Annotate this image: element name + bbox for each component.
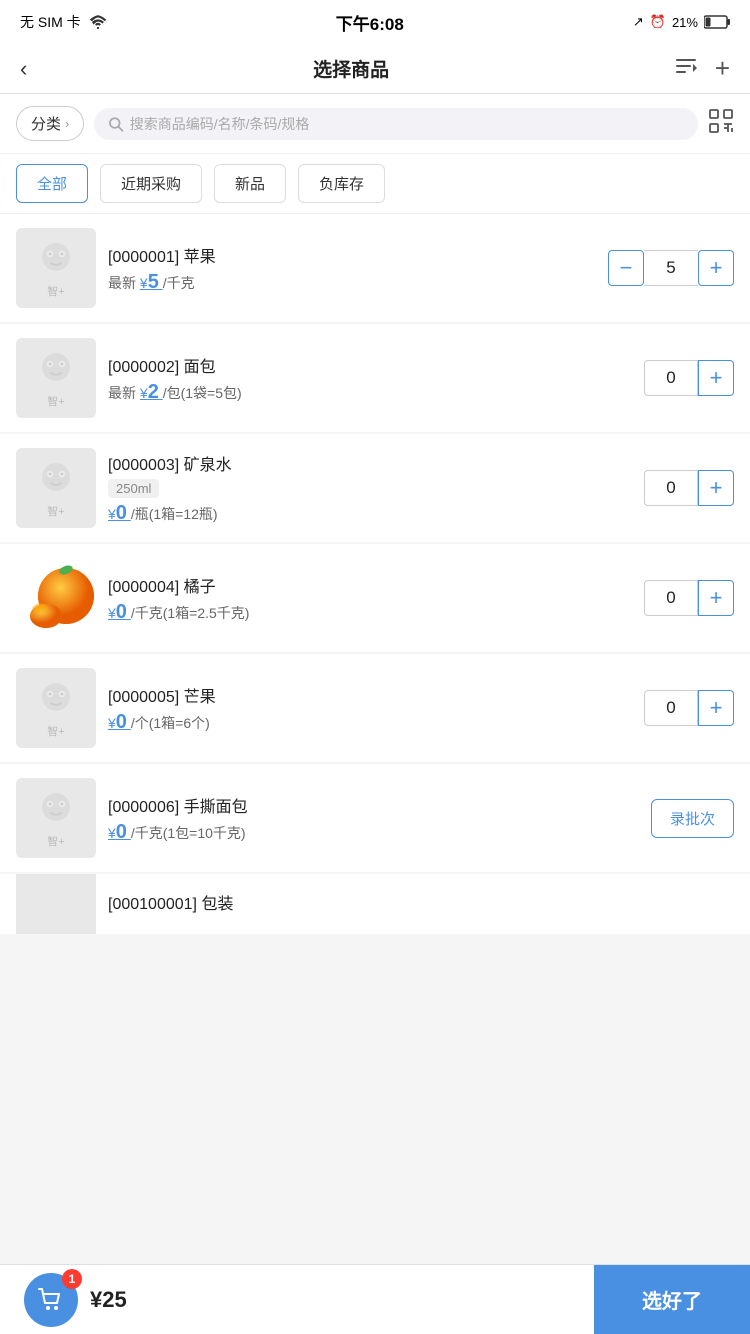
product-info: [0000003] 矿泉水 250ml ¥0 /瓶(1箱=12瓶) [108,451,632,525]
qty-increase-button[interactable]: + [698,690,734,726]
tab-row: 全部 近期采购 新品 负库存 [0,154,750,214]
nav-actions: + [675,53,730,84]
category-label: 分类 [31,113,61,134]
scan-button[interactable] [708,108,734,140]
product-thumbnail: 智+ [16,228,96,308]
product-price: 最新 ¥2 /包(1袋=5包) [108,381,632,404]
product-item: 智+ [0000002] 面包 最新 ¥2 /包(1袋=5包) + [0,324,750,432]
product-thumbnail: 智+ [16,778,96,858]
product-spec: 250ml [108,479,159,498]
qty-input[interactable] [644,250,698,286]
search-wrap [94,108,698,140]
filter-row: 分类 › [0,94,750,154]
product-name: [000100001] 包装 [108,890,734,914]
status-right: ↗ ⏰ 21% [633,14,730,30]
product-item-partial: [000100001] 包装 [0,874,750,934]
product-thumbnail [16,874,96,934]
product-name: [0000002] 面包 [108,353,632,377]
qty-decrease-button[interactable]: − [608,250,644,286]
batch-button[interactable]: 录批次 [651,799,734,838]
product-name: [0000004] 橘子 [108,573,632,597]
qty-increase-button[interactable]: + [698,250,734,286]
product-item: [0000004] 橘子 ¥0 /千克(1箱=2.5千克) + [0,544,750,652]
battery-label: 21% [672,15,698,30]
tab-negative[interactable]: 负库存 [298,164,385,203]
confirm-button[interactable]: 选好了 [594,1265,750,1334]
qty-control: + [644,690,734,726]
qty-control: + [644,360,734,396]
page-title: 选择商品 [313,55,389,82]
qty-input[interactable] [644,360,698,396]
status-time: 下午6:08 [336,10,404,35]
product-thumbnail: 智+ [16,338,96,418]
add-button[interactable]: + [715,53,730,84]
product-thumbnail [16,558,96,638]
tab-recent[interactable]: 近期采购 [100,164,202,203]
product-name: [0000001] 苹果 [108,243,596,267]
product-info: [0000004] 橘子 ¥0 /千克(1箱=2.5千克) [108,573,632,624]
cart-icon-wrap: 1 [24,1273,78,1327]
product-item: 智+ [0000003] 矿泉水 250ml ¥0 /瓶(1箱=12瓶) + [0,434,750,542]
cart-badge: 1 [62,1269,82,1289]
status-left: 无 SIM 卡 [20,12,107,32]
product-price: ¥0 /瓶(1箱=12瓶) [108,502,632,525]
tab-new[interactable]: 新品 [214,164,286,203]
product-info: [0000006] 手撕面包 ¥0 /千克(1包=10千克) [108,793,639,844]
qty-input[interactable] [644,470,698,506]
product-price: 最新 ¥5 /千克 [108,271,596,294]
cart-area: 1 ¥25 [0,1273,594,1327]
qty-increase-button[interactable]: + [698,360,734,396]
product-thumbnail: 智+ [16,448,96,528]
product-item: 智+ [0000006] 手撕面包 ¥0 /千克(1包=10千克) 录批次 [0,764,750,872]
qty-increase-button[interactable]: + [698,580,734,616]
product-name: [0000003] 矿泉水 [108,451,632,475]
tab-all[interactable]: 全部 [16,164,88,203]
cart-total: ¥25 [90,1287,127,1313]
product-price: ¥0 /个(1箱=6个) [108,711,632,734]
location-icon: ↗ [633,14,644,30]
product-name: [0000006] 手撕面包 [108,793,639,817]
qty-input[interactable] [644,580,698,616]
product-item: 智+ [0000001] 苹果 最新 ¥5 /千克 − + [0,214,750,322]
filter-icon[interactable] [675,56,697,82]
back-button[interactable]: ‹ [20,56,27,82]
product-info: [0000001] 苹果 最新 ¥5 /千克 [108,243,596,294]
product-list: 智+ [0000001] 苹果 最新 ¥5 /千克 − + [0,214,750,1006]
product-thumbnail: 智+ [16,668,96,748]
wifi-icon [89,15,107,29]
cart-icon [37,1286,65,1314]
qty-control: − + [608,250,734,286]
qty-control: + [644,470,734,506]
bottom-bar: 1 ¥25 选好了 [0,1264,750,1334]
qty-increase-button[interactable]: + [698,470,734,506]
product-info: [000100001] 包装 [108,890,734,918]
category-button[interactable]: 分类 › [16,106,84,141]
chevron-icon: › [65,116,69,131]
status-bar: 无 SIM 卡 下午6:08 ↗ ⏰ 21% [0,0,750,44]
qty-input[interactable] [644,690,698,726]
qty-control: + [644,580,734,616]
sim-label: 无 SIM 卡 [20,12,81,32]
nav-bar: ‹ 选择商品 + [0,44,750,94]
product-info: [0000002] 面包 最新 ¥2 /包(1袋=5包) [108,353,632,404]
search-input[interactable] [130,116,684,132]
product-item: 智+ [0000005] 芒果 ¥0 /个(1箱=6个) + [0,654,750,762]
product-name: [0000005] 芒果 [108,683,632,707]
search-icon [108,116,123,132]
battery-icon [704,15,730,29]
product-info: [0000005] 芒果 ¥0 /个(1箱=6个) [108,683,632,734]
product-price: ¥0 /千克(1箱=2.5千克) [108,601,632,624]
product-price: ¥0 /千克(1包=10千克) [108,821,639,844]
alarm-icon: ⏰ [650,14,666,30]
